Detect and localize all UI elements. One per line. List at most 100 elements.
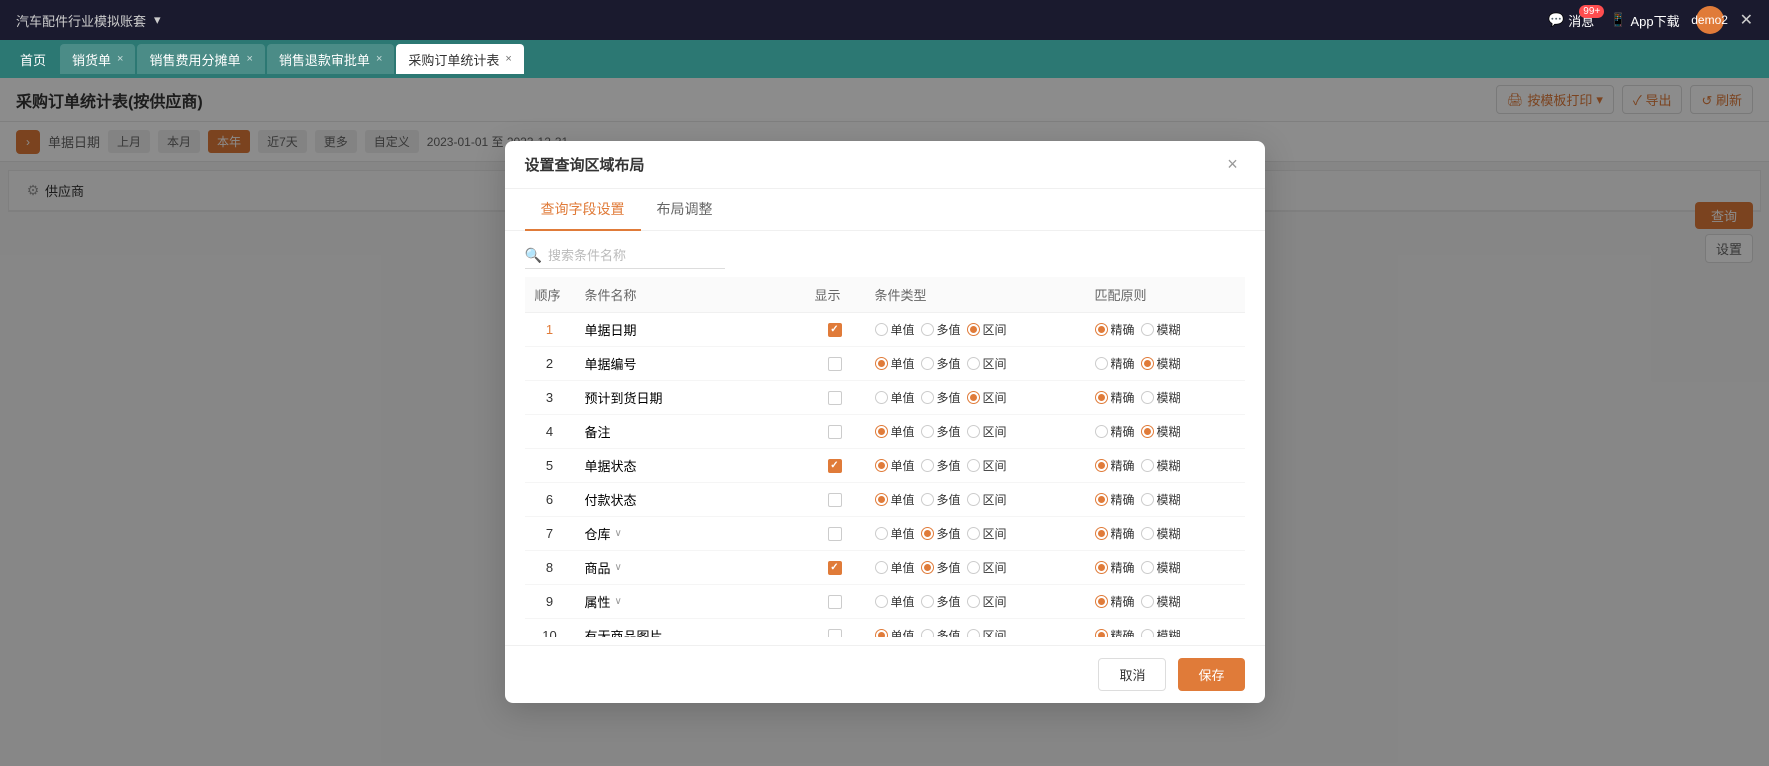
settings-table-wrapper: 顺序 条件名称 显示 条件类型 匹配原则 1单据日期✓单值多值区间精确模糊2单据… — [525, 277, 1245, 637]
radio-type-single[interactable]: 单值 — [875, 525, 915, 542]
radio-type-range[interactable]: 区间 — [967, 389, 1007, 406]
tab-sales-return[interactable]: 销售退款审批单 × — [267, 44, 394, 74]
show-checkbox[interactable] — [815, 391, 855, 405]
radio-type-multi[interactable]: 多值 — [921, 321, 961, 338]
tab-sales-order[interactable]: 销货单 × — [60, 44, 135, 74]
row-order: 7 — [525, 517, 575, 551]
tab-close-sales-order[interactable]: × — [117, 53, 123, 65]
radio-match-exact[interactable]: 精确 — [1095, 593, 1135, 610]
radio-match-fuzzy[interactable]: 模糊 — [1141, 355, 1181, 372]
radio-type-multi[interactable]: 多值 — [921, 593, 961, 610]
radio-type-range[interactable]: 区间 — [967, 491, 1007, 508]
radio-match-fuzzy[interactable]: 模糊 — [1141, 423, 1181, 440]
radio-match-exact[interactable]: 精确 — [1095, 423, 1135, 440]
radio-match-exact[interactable]: 精确 — [1095, 491, 1135, 508]
radio-type-multi[interactable]: 多值 — [921, 423, 961, 440]
radio-type-multi[interactable]: 多值 — [921, 491, 961, 508]
radio-match-exact[interactable]: 精确 — [1095, 525, 1135, 542]
row-show[interactable] — [805, 517, 865, 551]
save-button[interactable]: 保存 — [1178, 658, 1244, 691]
tab-sales-expense[interactable]: 销售费用分摊单 × — [137, 44, 264, 74]
tab-close-purchase-stat[interactable]: × — [505, 53, 511, 65]
modal-overlay: 设置查询区域布局 × 查询字段设置 布局调整 🔍 — [0, 78, 1769, 766]
row-show[interactable]: ✓ — [805, 313, 865, 347]
modal-close-button[interactable]: × — [1221, 153, 1245, 177]
radio-type-range[interactable]: 区间 — [967, 457, 1007, 474]
show-checkbox[interactable] — [815, 595, 855, 609]
radio-match-fuzzy[interactable]: 模糊 — [1141, 457, 1181, 474]
radio-type-range[interactable]: 区间 — [967, 355, 1007, 372]
radio-match-fuzzy[interactable]: 模糊 — [1141, 559, 1181, 576]
top-close-button[interactable]: ✕ — [1740, 10, 1753, 30]
show-checkbox[interactable] — [815, 629, 855, 638]
show-checkbox[interactable] — [815, 357, 855, 371]
tab-close-sales-return[interactable]: × — [376, 53, 382, 65]
row-show[interactable] — [805, 415, 865, 449]
radio-match-fuzzy[interactable]: 模糊 — [1141, 491, 1181, 508]
radio-type-single[interactable]: 单值 — [875, 355, 915, 372]
radio-match-exact[interactable]: 精确 — [1095, 321, 1135, 338]
radio-match-exact[interactable]: 精确 — [1095, 559, 1135, 576]
radio-type-multi[interactable]: 多值 — [921, 627, 961, 637]
row-show[interactable] — [805, 619, 865, 638]
radio-match-fuzzy[interactable]: 模糊 — [1141, 321, 1181, 338]
tab-close-sales-expense[interactable]: × — [246, 53, 252, 65]
tab-home[interactable]: 首页 — [8, 44, 58, 74]
radio-match-exact[interactable]: 精确 — [1095, 627, 1135, 637]
modal-tab-field-settings[interactable]: 查询字段设置 — [525, 189, 641, 231]
row-type: 单值多值区间 — [865, 381, 1085, 415]
show-checkbox[interactable] — [815, 527, 855, 541]
row-show[interactable] — [805, 381, 865, 415]
settings-table: 顺序 条件名称 显示 条件类型 匹配原则 1单据日期✓单值多值区间精确模糊2单据… — [525, 277, 1245, 637]
radio-match-fuzzy[interactable]: 模糊 — [1141, 593, 1181, 610]
modal-tab-layout-adjust[interactable]: 布局调整 — [641, 189, 729, 231]
radio-type-multi[interactable]: 多值 — [921, 559, 961, 576]
app-dropdown-icon[interactable]: ▾ — [154, 12, 161, 28]
radio-type-single[interactable]: 单值 — [875, 593, 915, 610]
row-type: 单值多值区间 — [865, 551, 1085, 585]
radio-type-single[interactable]: 单值 — [875, 559, 915, 576]
radio-match-fuzzy[interactable]: 模糊 — [1141, 627, 1181, 637]
radio-match-fuzzy[interactable]: 模糊 — [1141, 525, 1181, 542]
row-show[interactable]: ✓ — [805, 551, 865, 585]
radio-type-range[interactable]: 区间 — [967, 321, 1007, 338]
tab-purchase-stat[interactable]: 采购订单统计表 × — [396, 44, 523, 74]
radio-match-exact[interactable]: 精确 — [1095, 389, 1135, 406]
radio-type-multi[interactable]: 多值 — [921, 389, 961, 406]
row-show[interactable] — [805, 347, 865, 381]
radio-match-fuzzy[interactable]: 模糊 — [1141, 389, 1181, 406]
search-input[interactable] — [548, 248, 708, 263]
show-checkbox[interactable]: ✓ — [815, 459, 855, 473]
radio-type-single[interactable]: 单值 — [875, 321, 915, 338]
row-type: 单值多值区间 — [865, 313, 1085, 347]
show-checkbox[interactable] — [815, 493, 855, 507]
row-show[interactable]: ✓ — [805, 449, 865, 483]
app-title: 汽车配件行业模拟账套 — [16, 11, 146, 30]
cancel-button[interactable]: 取消 — [1098, 658, 1166, 691]
radio-type-range[interactable]: 区间 — [967, 627, 1007, 637]
radio-type-single[interactable]: 单值 — [875, 491, 915, 508]
show-checkbox[interactable]: ✓ — [815, 323, 855, 337]
app-download-button[interactable]: 📱 App下载 — [1610, 11, 1679, 30]
radio-match-exact[interactable]: 精确 — [1095, 457, 1135, 474]
show-checkbox[interactable]: ✓ — [815, 561, 855, 575]
radio-type-range[interactable]: 区间 — [967, 423, 1007, 440]
radio-type-range[interactable]: 区间 — [967, 593, 1007, 610]
app-download-label: App下载 — [1630, 11, 1679, 30]
radio-type-multi[interactable]: 多值 — [921, 457, 961, 474]
row-show[interactable] — [805, 585, 865, 619]
radio-type-range[interactable]: 区间 — [967, 559, 1007, 576]
radio-match-exact[interactable]: 精确 — [1095, 355, 1135, 372]
show-checkbox[interactable] — [815, 425, 855, 439]
radio-type-single[interactable]: 单值 — [875, 457, 915, 474]
radio-type-multi[interactable]: 多值 — [921, 525, 961, 542]
radio-type-single[interactable]: 单值 — [875, 423, 915, 440]
radio-type-range[interactable]: 区间 — [967, 525, 1007, 542]
row-show[interactable] — [805, 483, 865, 517]
messages-button[interactable]: 💬 消息 99+ — [1548, 11, 1594, 30]
radio-type-single[interactable]: 单值 — [875, 627, 915, 637]
user-avatar[interactable]: demo2 — [1696, 6, 1724, 34]
radio-type-multi[interactable]: 多值 — [921, 355, 961, 372]
radio-type-single[interactable]: 单值 — [875, 389, 915, 406]
col-header-type: 条件类型 — [865, 277, 1085, 313]
